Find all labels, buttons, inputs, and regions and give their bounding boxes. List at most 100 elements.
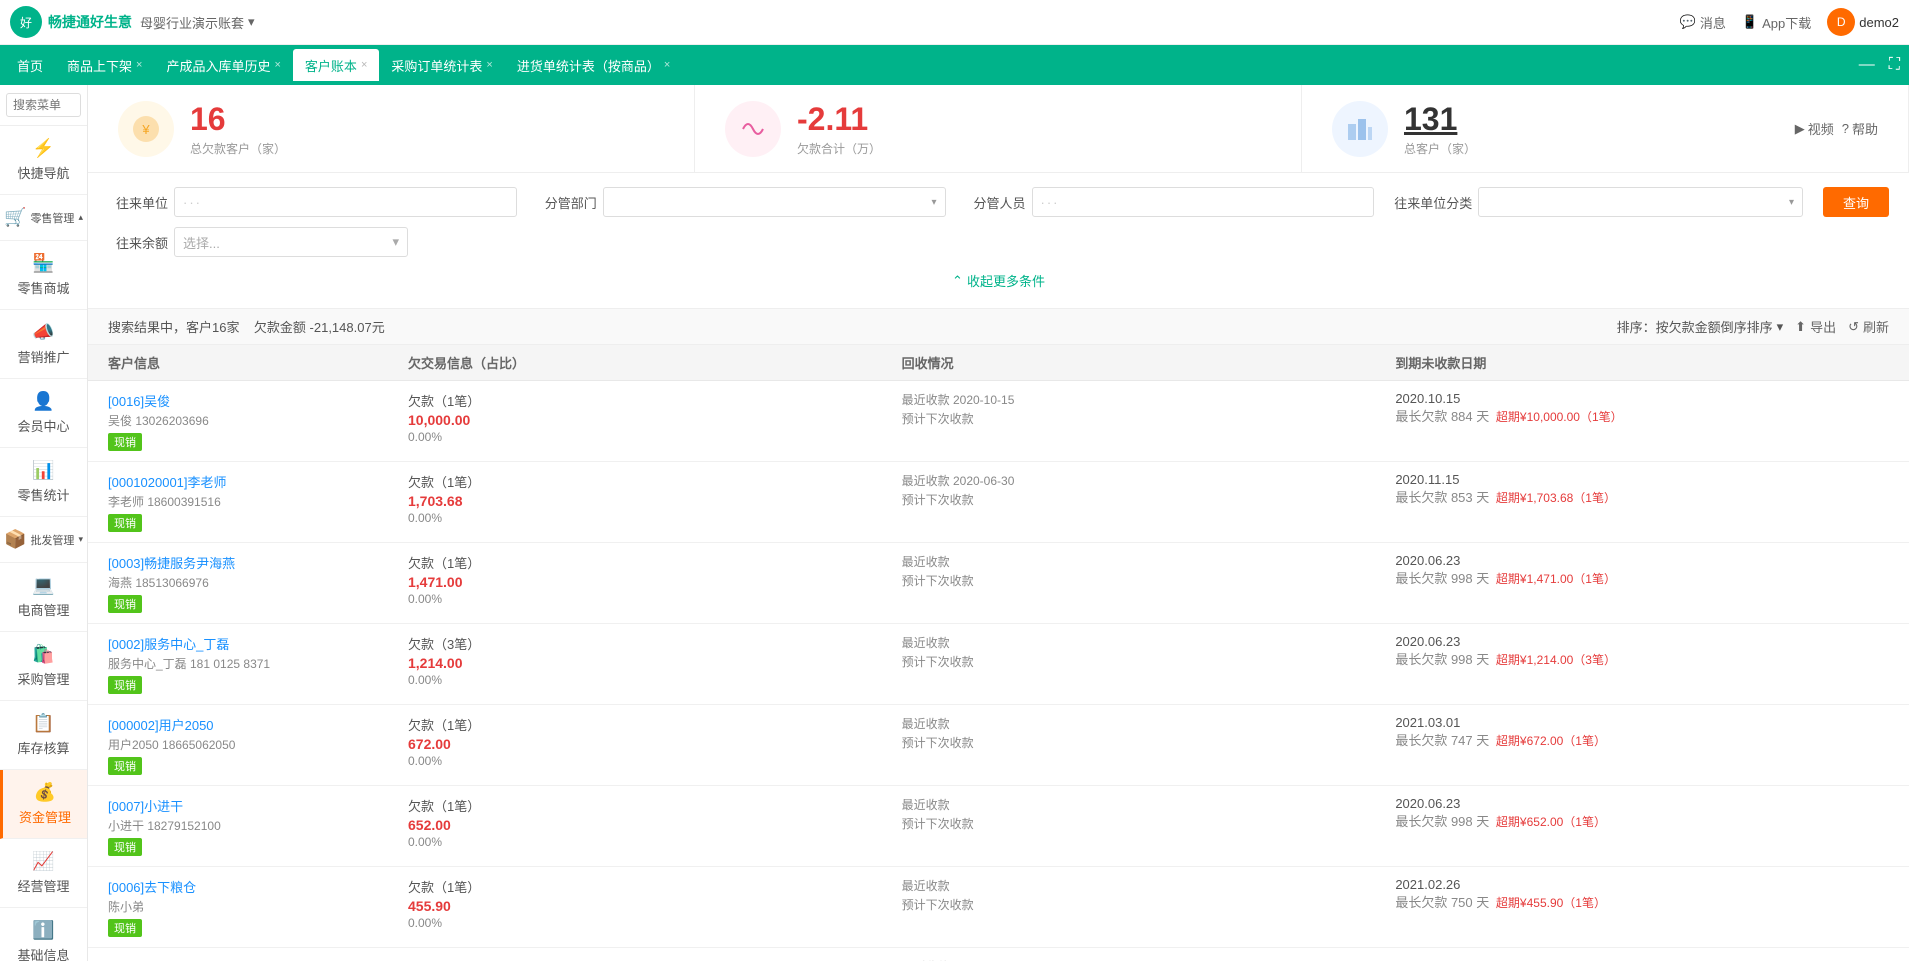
video-action[interactable]: ▶ 视频 (1795, 119, 1834, 138)
stat-number-2: -2.11 (797, 101, 881, 138)
sidebar-item-label: 经营管理 (17, 876, 69, 895)
customer-name-1[interactable]: [0001020001]李老师 (108, 475, 227, 490)
tab-product-history[interactable]: 产成品入库单历史 × (154, 49, 292, 81)
duedate-cell-1: 2020.11.15 最长欠款 853 天 超期¥1,703.68（1笔） (1395, 472, 1889, 506)
search-input[interactable] (6, 93, 81, 117)
col-header-customer: 客户信息 (108, 353, 408, 372)
sidebar-item-operation[interactable]: 📈 经营管理 (0, 839, 87, 908)
balance-select[interactable]: 选择... ▾ (174, 227, 408, 257)
table-row: [0006]去下粮仓 陈小弟 现销 欠款（1笔） 455.90 0.00% 最近… (88, 867, 1909, 948)
tab-customer-account[interactable]: 客户账本 × (293, 49, 379, 81)
overdue-days-6: 最长欠款 750 天 超期¥455.90（1笔） (1395, 892, 1889, 911)
chevron-down-icon: ▾ (78, 534, 83, 545)
debt-cell-4: 欠款（1笔） 672.00 0.00% (408, 715, 902, 768)
manager-input[interactable]: ··· (1032, 187, 1375, 217)
due-date-2: 2020.06.23 (1395, 553, 1889, 568)
stat-label-1: 总欠款客户（家） (190, 140, 286, 157)
sidebar-item-marketing[interactable]: 📣 营销推广 (0, 310, 87, 379)
stat-number-3: 131 (1404, 101, 1476, 138)
logo-icon: 好 (10, 6, 42, 38)
debt-count-0: 欠款（1笔） (408, 391, 902, 410)
unit-class-input[interactable]: ▾ (1478, 187, 1803, 217)
customer-phone-3: 服务中心_丁磊 181 0125 8371 (108, 655, 408, 672)
stat-info-3: 131 总客户（家） (1404, 101, 1476, 157)
sidebar: ⚡ 快捷导航 🛒 零售管理 ▴ 🏪 零售商城 📣 营销推广 👤 会员中心 📊 零… (0, 85, 88, 961)
customer-name-2[interactable]: [0003]畅捷服务尹海燕 (108, 556, 235, 571)
recovery-date-4: 最近收款 (902, 715, 1396, 732)
duedate-cell-3: 2020.06.23 最长欠款 998 天 超期¥1,214.00（3笔） (1395, 634, 1889, 668)
duedate-cell-0: 2020.10.15 最长欠款 884 天 超期¥10,000.00（1笔） (1395, 391, 1889, 425)
sidebar-item-purchase[interactable]: 🛍️ 采购管理 (0, 632, 87, 701)
col-header-debt: 欠交易信息（占比） (408, 353, 902, 372)
sidebar-item-retail-stats[interactable]: 📊 零售统计 (0, 448, 87, 517)
tab-product-offshelf-close[interactable]: × (136, 59, 142, 71)
tab-stock-summary-close[interactable]: × (664, 59, 670, 71)
company-dropdown-icon: ▾ (248, 14, 255, 30)
customer-name-3[interactable]: [0002]服务中心_丁磊 (108, 637, 229, 652)
sidebar-item-ecommerce[interactable]: 💻 电商管理 (0, 563, 87, 632)
quick-nav-icon: ⚡ (32, 138, 54, 159)
duedate-cell-2: 2020.06.23 最长欠款 998 天 超期¥1,471.00（1笔） (1395, 553, 1889, 587)
tab-product-history-close[interactable]: × (274, 59, 280, 71)
sidebar-item-inventory[interactable]: 📋 库存核算 (0, 701, 87, 770)
from-unit-input[interactable]: ··· (174, 187, 517, 217)
customer-name-4[interactable]: [000002]用户2050 (108, 718, 214, 733)
query-button[interactable]: 查询 (1823, 187, 1889, 217)
tab-purchase-summary-close[interactable]: × (486, 59, 492, 71)
sidebar-item-quick-nav[interactable]: ⚡ 快捷导航 (0, 126, 87, 195)
table-row: [0002]服务中心_丁磊 服务中心_丁磊 181 0125 8371 现销 欠… (88, 624, 1909, 705)
filter-from-unit: 往来单位 ··· (108, 187, 517, 217)
tab-product-offshelf[interactable]: 商品上下架 × (55, 49, 154, 81)
collapse-up-icon: ⌃ (952, 273, 963, 289)
stat-card-3: 131 总客户（家） ▶ 视频 ? 帮助 (1302, 85, 1909, 172)
from-unit-label: 往来单位 (108, 193, 168, 212)
customer-name-5[interactable]: [0007]小进干 (108, 799, 183, 814)
user-action[interactable]: D demo2 (1827, 8, 1899, 36)
top-bar-left: 好 畅捷通好生意 母婴行业演示账套 ▾ (10, 6, 255, 38)
debt-amount-5: 652.00 (408, 817, 902, 833)
recovery-date-1: 最近收款 2020-06-30 (902, 472, 1396, 489)
tab-stock-summary[interactable]: 进货单统计表（按商品） × (505, 49, 682, 81)
nav-minimize-btn[interactable]: — (1855, 52, 1879, 78)
customer-name-6[interactable]: [0006]去下粮仓 (108, 880, 196, 895)
manager-label: 分管人员 (966, 193, 1026, 212)
nav-maximize-btn[interactable]: ⛶ (1885, 52, 1904, 78)
company-name: 母婴行业演示账套 (140, 13, 244, 32)
collapse-button[interactable]: ⌃ 收起更多条件 (952, 271, 1045, 290)
tab-customer-account-close[interactable]: × (361, 59, 367, 71)
sidebar-item-label: 批发管理 (30, 532, 74, 548)
sidebar-item-retail-mall[interactable]: 🏪 零售商城 (0, 241, 87, 310)
result-info: 搜索结果中，客户16家 欠款金额 -21,148.07元 (108, 317, 385, 336)
customer-name-0[interactable]: [0016]吴俊 (108, 394, 170, 409)
sidebar-item-basic[interactable]: ℹ️ 基础信息 (0, 908, 87, 961)
dept-input[interactable]: ▾ (603, 187, 946, 217)
tab-product-history-label: 产成品入库单历史 (166, 56, 270, 75)
overdue-days-2: 最长欠款 998 天 超期¥1,471.00（1笔） (1395, 568, 1889, 587)
overdue-days-3: 最长欠款 998 天 超期¥1,214.00（3笔） (1395, 649, 1889, 668)
purchase-icon: 🛍️ (32, 644, 54, 665)
debt-cell-0: 欠款（1笔） 10,000.00 0.00% (408, 391, 902, 444)
tab-purchase-summary[interactable]: 采购订单统计表 × (379, 49, 504, 81)
sidebar-item-finance[interactable]: 💰 资金管理 (0, 770, 87, 839)
sidebar-item-retail-mgmt[interactable]: 🛒 零售管理 ▴ (0, 195, 87, 241)
company-select[interactable]: 母婴行业演示账套 ▾ (140, 13, 255, 32)
sort-select[interactable]: 排序：按欠款金额倒序排序 ▾ (1617, 317, 1784, 336)
customer-cell-1: [0001020001]李老师 李老师 18600391516 现销 (108, 472, 408, 532)
batch-mgmt-icon: 📦 (4, 529, 26, 550)
export-action[interactable]: ⬆ 导出 (1795, 317, 1836, 336)
debt-count-4: 欠款（1笔） (408, 715, 902, 734)
help-action[interactable]: ? 帮助 (1842, 119, 1878, 138)
recovery-cell-4: 最近收款 预计下次收款 (902, 715, 1396, 751)
retail-mgmt-icon: 🛒 (4, 207, 26, 228)
data-table: 客户信息 欠交易信息（占比） 回收情况 到期未收款日期 [0016]吴俊 吴俊 … (88, 345, 1909, 961)
finance-icon: 💰 (34, 782, 56, 803)
sidebar-item-member[interactable]: 👤 会员中心 (0, 379, 87, 448)
refresh-action[interactable]: ↺ 刷新 (1848, 317, 1889, 336)
customer-cell-6: [0006]去下粮仓 陈小弟 现销 (108, 877, 408, 937)
tab-home[interactable]: 首页 (5, 49, 55, 81)
sidebar-item-batch-mgmt[interactable]: 📦 批发管理 ▾ (0, 517, 87, 563)
recovery-cell-6: 最近收款 预计下次收款 (902, 877, 1396, 913)
message-action[interactable]: 💬 消息 (1680, 13, 1726, 32)
overdue-amount-2: 超期¥1,471.00（1笔） (1496, 572, 1616, 586)
app-download-action[interactable]: 📱 App下载 (1742, 13, 1811, 32)
